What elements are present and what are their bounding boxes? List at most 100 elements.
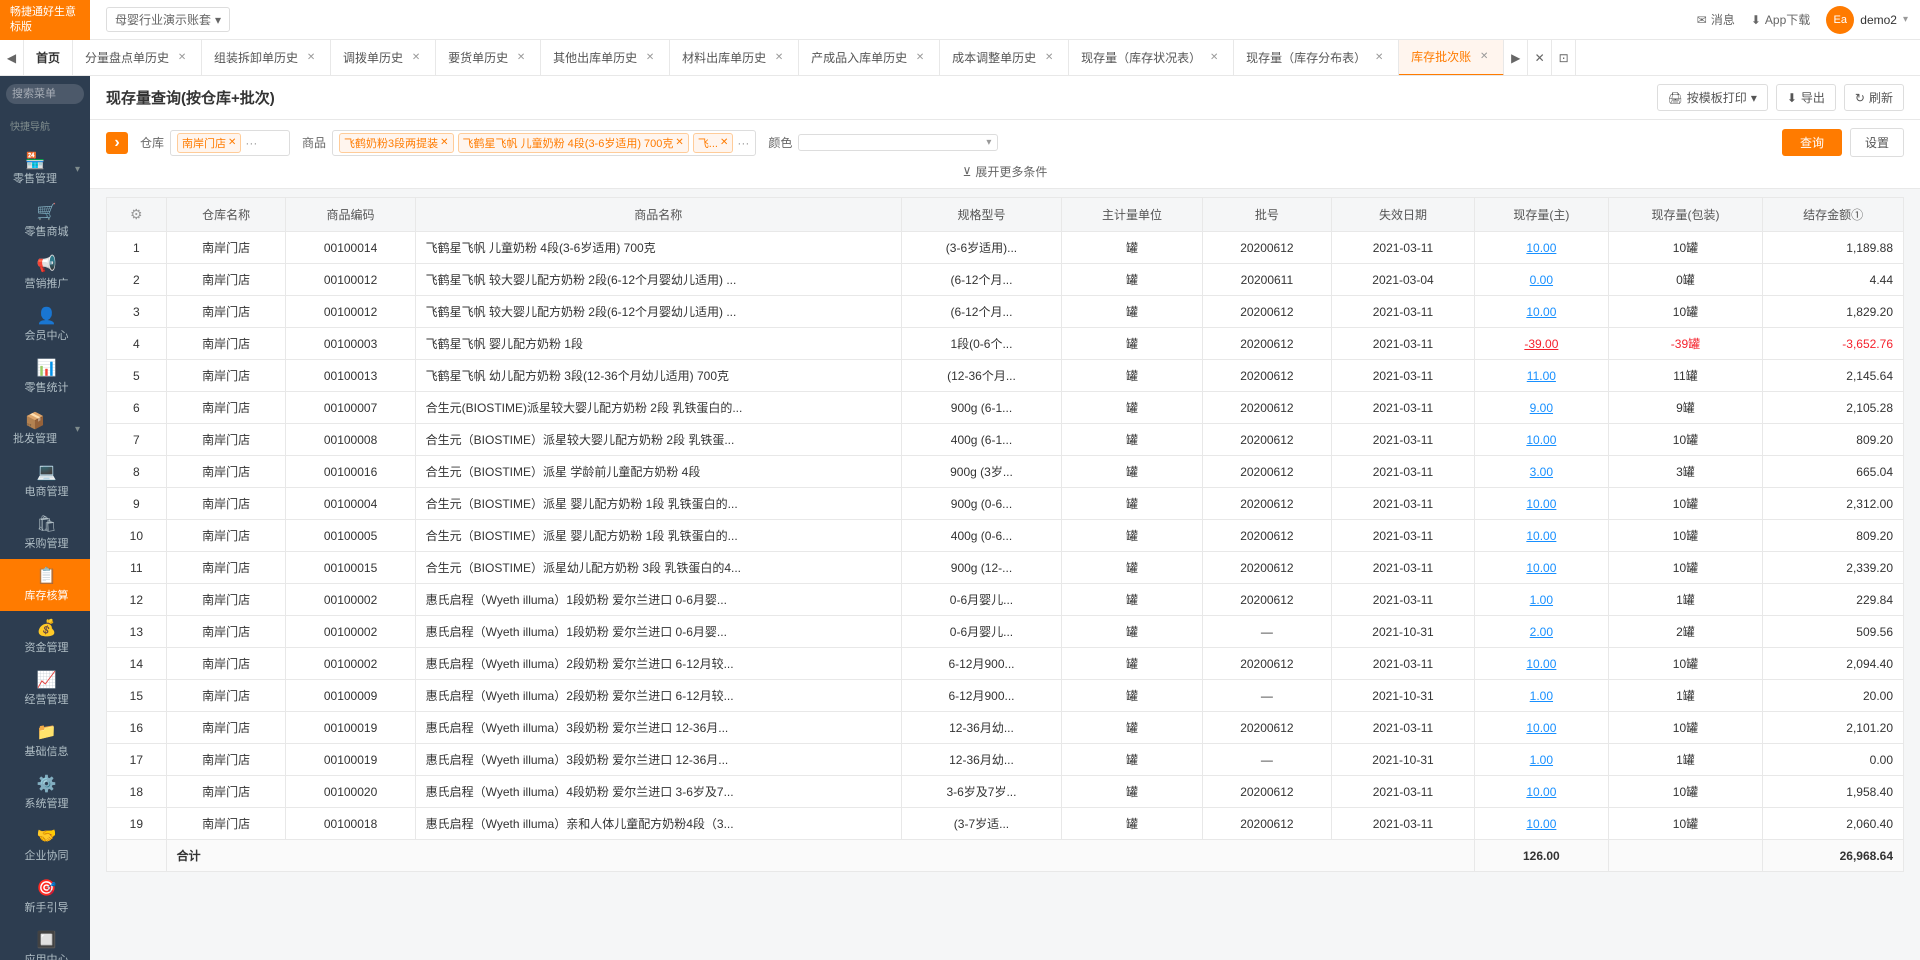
- product-tags[interactable]: 飞鹤奶粉3段两提装 ✕ 飞鹤星飞帆 儿童奶粉 4段(3-6岁适用) 700克 ✕…: [332, 130, 756, 156]
- cell-amount: 0.00: [1763, 744, 1904, 776]
- tab-qitachuku[interactable]: 其他出库单历史 ✕: [541, 40, 670, 76]
- tab-cailiaochu[interactable]: 材料出库单历史 ✕: [670, 40, 799, 76]
- refresh-btn[interactable]: ↻ 刷新: [1844, 84, 1904, 111]
- warehouse-tags[interactable]: 南岸门店 ✕ ···: [170, 130, 290, 156]
- search-input[interactable]: [6, 84, 84, 104]
- cell-qty-main[interactable]: 10.00: [1475, 232, 1609, 264]
- sidebar-item-inventory[interactable]: 📋 库存核算: [0, 559, 90, 611]
- cell-code: 00100002: [286, 584, 415, 616]
- tab-home[interactable]: 首页: [24, 40, 73, 76]
- tab-next-btn[interactable]: ▶: [1504, 40, 1528, 76]
- cell-qty-main[interactable]: 10.00: [1475, 712, 1609, 744]
- expand-conditions-btn[interactable]: ⊻ 展开更多条件: [963, 163, 1048, 180]
- tag-close-icon[interactable]: ✕: [228, 137, 236, 148]
- user-area[interactable]: Ea demo2 ▾: [1826, 6, 1908, 34]
- cell-qty-main[interactable]: 0.00: [1475, 264, 1609, 296]
- sidebar-item-members[interactable]: 👤 会员中心: [0, 299, 90, 351]
- color-tags[interactable]: ▾: [798, 134, 998, 151]
- message-btn[interactable]: ✉ 消息: [1697, 11, 1735, 28]
- tab-close-btn[interactable]: ✕: [304, 51, 318, 65]
- cell-qty-pkg: 1罐: [1608, 680, 1763, 712]
- tab-xiancunfenbu[interactable]: 现存量（库存分布表） ✕: [1234, 40, 1399, 76]
- tab-chanchengruku[interactable]: 产成品入库单历史 ✕: [799, 40, 940, 76]
- cell-batch: 20200611: [1202, 264, 1331, 296]
- cell-qty-pkg: 10罐: [1608, 232, 1763, 264]
- tab-close-btn[interactable]: ✕: [1477, 50, 1491, 64]
- tab-close-btn[interactable]: ✕: [643, 51, 657, 65]
- cell-qty-main[interactable]: 11.00: [1475, 360, 1609, 392]
- settings-btn[interactable]: 设置: [1850, 128, 1904, 157]
- cell-qty-main[interactable]: 2.00: [1475, 616, 1609, 648]
- table-row: 15 南岸门店 00100009 惠氏启程（Wyeth illuma）2段奶粉 …: [107, 680, 1904, 712]
- cell-qty-main[interactable]: -39.00: [1475, 328, 1609, 360]
- cell-warehouse: 南岸门店: [166, 488, 286, 520]
- tab-close-btn[interactable]: ✕: [1207, 51, 1221, 65]
- sidebar-item-guide[interactable]: 🎯 新手引导: [0, 871, 90, 923]
- cell-qty-main[interactable]: 10.00: [1475, 776, 1609, 808]
- tag-close-icon[interactable]: ✕: [440, 137, 448, 148]
- cell-qty-main[interactable]: 10.00: [1475, 648, 1609, 680]
- cell-qty-main[interactable]: 10.00: [1475, 520, 1609, 552]
- tab-close-btn[interactable]: ✕: [1042, 51, 1056, 65]
- sidebar-item-collab[interactable]: 🤝 企业协同: [0, 819, 90, 871]
- tab-close-btn[interactable]: ✕: [175, 51, 189, 65]
- tab-chenben[interactable]: 成本调整单历史 ✕: [940, 40, 1069, 76]
- sidebar-item-app-center[interactable]: 🔲 应用中心: [0, 923, 90, 960]
- cell-qty-main[interactable]: 10.00: [1475, 808, 1609, 840]
- export-btn[interactable]: ⬇ 导出: [1776, 84, 1836, 111]
- sidebar-item-wholesale[interactable]: 📦 批发管理 ▾: [0, 403, 90, 455]
- sidebar-item-purchase[interactable]: 🛍 采购管理: [0, 507, 90, 559]
- cell-num: 1: [107, 232, 167, 264]
- tab-diaobodian[interactable]: 调拨单历史 ✕: [331, 40, 436, 76]
- sidebar-item-basic-info[interactable]: 📁 基础信息: [0, 715, 90, 767]
- sidebar-item-operations[interactable]: 📈 经营管理: [0, 663, 90, 715]
- query-btn[interactable]: 查询: [1782, 129, 1842, 156]
- sidebar-item-retail-stats[interactable]: 📊 零售统计: [0, 351, 90, 403]
- tab-xiancunzhuang[interactable]: 现存量（库存状况表） ✕: [1069, 40, 1234, 76]
- tab-close-btn[interactable]: ✕: [1372, 51, 1386, 65]
- cell-warehouse: 南岸门店: [166, 776, 286, 808]
- tag-close-icon[interactable]: ✕: [720, 137, 728, 148]
- cell-unit: 罐: [1062, 392, 1203, 424]
- cell-qty-main[interactable]: 3.00: [1475, 456, 1609, 488]
- sidebar-item-finance[interactable]: 💰 资金管理: [0, 611, 90, 663]
- tab-close-all-btn[interactable]: ✕: [1528, 40, 1552, 76]
- cell-qty-main[interactable]: 1.00: [1475, 744, 1609, 776]
- cell-qty-main[interactable]: 10.00: [1475, 296, 1609, 328]
- cell-warehouse: 南岸门店: [166, 328, 286, 360]
- tab-close-btn[interactable]: ✕: [913, 51, 927, 65]
- cell-expire: 2021-03-11: [1331, 296, 1474, 328]
- cell-batch: 20200612: [1202, 648, 1331, 680]
- sidebar-item-system[interactable]: ⚙️ 系统管理: [0, 767, 90, 819]
- tab-fenliangpandian[interactable]: 分量盘点单历史 ✕: [73, 40, 202, 76]
- tab-close-btn[interactable]: ✕: [772, 51, 786, 65]
- sidebar-item-marketing[interactable]: 📢 营销推广: [0, 247, 90, 299]
- cell-qty-main[interactable]: 9.00: [1475, 392, 1609, 424]
- app-download-btn[interactable]: ⬇ App下载: [1751, 11, 1810, 28]
- tab-prev-btn[interactable]: ◀: [0, 40, 24, 76]
- tab-kucunpici[interactable]: 库存批次账 ✕: [1399, 40, 1504, 76]
- tab-zuzhuangchaijian[interactable]: 组装拆卸单历史 ✕: [202, 40, 331, 76]
- tab-close-btn[interactable]: ✕: [514, 51, 528, 65]
- cell-unit: 罐: [1062, 488, 1203, 520]
- filter-expand-left-btn[interactable]: ›: [106, 132, 128, 154]
- tab-close-btn[interactable]: ✕: [409, 51, 423, 65]
- tab-expand-btn[interactable]: ⊡: [1552, 40, 1576, 76]
- tab-yaohuo[interactable]: 要货单历史 ✕: [436, 40, 541, 76]
- cell-unit: 罐: [1062, 680, 1203, 712]
- print-btn[interactable]: 🖨 按模板打印 ▾: [1657, 84, 1768, 111]
- tag-close-icon[interactable]: ✕: [675, 137, 683, 148]
- cell-qty-main[interactable]: 10.00: [1475, 488, 1609, 520]
- sidebar-item-retail-mgmt[interactable]: 🏪 零售管理 ▾: [0, 143, 90, 195]
- cell-qty-main[interactable]: 10.00: [1475, 424, 1609, 456]
- cell-code: 00100019: [286, 744, 415, 776]
- cell-amount: 1,958.40: [1763, 776, 1904, 808]
- sidebar-item-retail-mall[interactable]: 🛒 零售商城: [0, 195, 90, 247]
- cell-qty-main[interactable]: 1.00: [1475, 680, 1609, 712]
- cell-qty-main[interactable]: 1.00: [1475, 584, 1609, 616]
- sidebar-item-ecommerce[interactable]: 💻 电商管理: [0, 455, 90, 507]
- breadcrumb-select[interactable]: 母婴行业演示账套 ▾: [106, 7, 230, 32]
- cell-num: 5: [107, 360, 167, 392]
- cell-qty-main[interactable]: 10.00: [1475, 552, 1609, 584]
- col-settings[interactable]: ⚙: [107, 198, 167, 232]
